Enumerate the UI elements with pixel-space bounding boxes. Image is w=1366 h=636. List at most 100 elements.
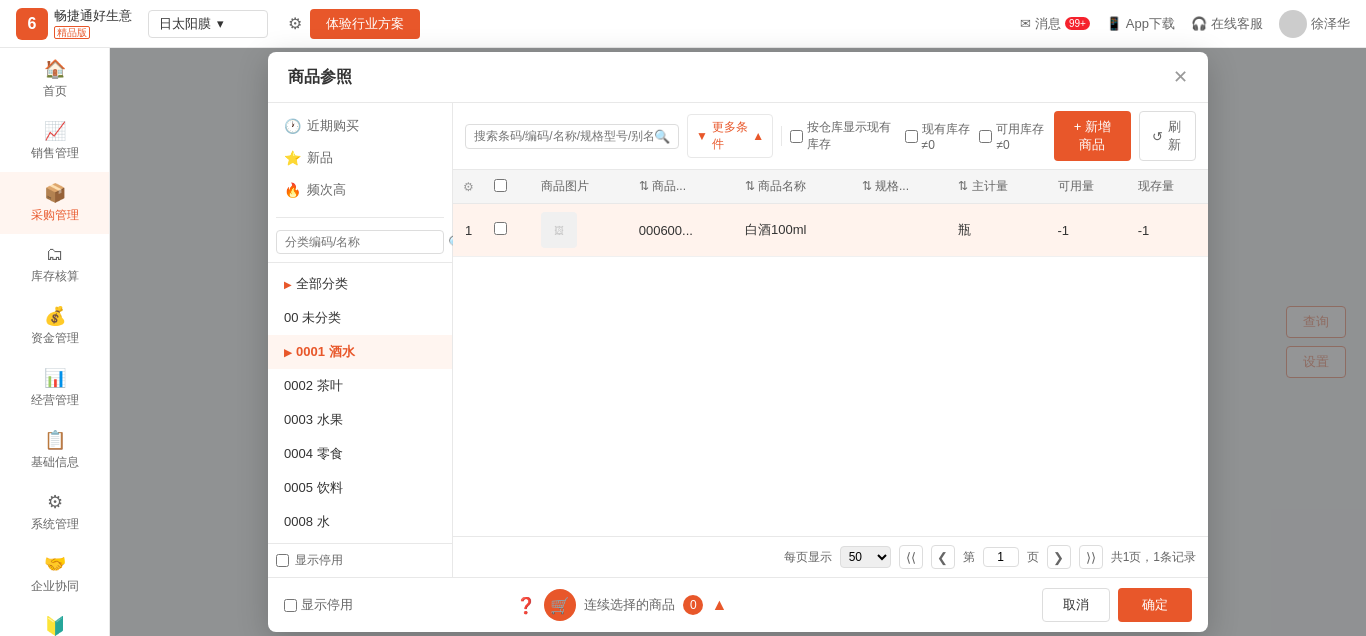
finance-icon: 💰: [44, 305, 66, 327]
table-row[interactable]: 1 🖼 000600...: [453, 204, 1208, 257]
modal-title: 商品参照: [288, 67, 352, 88]
tab-recent-purchase[interactable]: 🕐 近期购买: [272, 111, 448, 141]
filter-up-icon: ▲: [752, 129, 764, 143]
cell-name: 白酒100ml: [735, 204, 852, 257]
sort-icon-unit: ⇅: [958, 179, 968, 193]
sidebar-item-guide[interactable]: 🔰 新手引导: [0, 605, 109, 636]
confirm-button[interactable]: 确定: [1118, 588, 1192, 622]
filter-divider: [781, 126, 782, 146]
available-stock-checkbox[interactable]: [979, 130, 992, 143]
service-item[interactable]: 🎧 在线客服: [1191, 15, 1263, 33]
guide-icon: 🔰: [44, 615, 66, 636]
sidebar-item-finance[interactable]: 💰 资金管理: [0, 295, 109, 357]
filter-icon: ▼: [696, 129, 708, 143]
product-search-icon[interactable]: 🔍: [654, 129, 670, 144]
tab-high-frequency[interactable]: 🔥 频次高: [272, 175, 448, 205]
pagination: 每页显示 50 20 100 ⟨⟨ ❮ 第 页: [453, 536, 1208, 577]
sidebar-item-home[interactable]: 🏠 首页: [0, 48, 109, 110]
selected-count-badge: 0: [683, 595, 703, 615]
cat-liquor[interactable]: ▶ 0001 酒水: [268, 335, 452, 369]
show-disabled-footer-checkbox[interactable]: [284, 599, 297, 612]
modal-header: 商品参照 ✕: [268, 52, 1208, 103]
next-page-button[interactable]: ❯: [1047, 545, 1071, 569]
th-spec[interactable]: ⇅ 规格...: [852, 170, 949, 204]
cat-tea[interactable]: 0002 茶叶: [268, 369, 452, 403]
user-item[interactable]: 徐泽华: [1279, 10, 1350, 38]
per-page-select[interactable]: 50 20 100: [840, 546, 891, 568]
table-gear-icon[interactable]: ⚙: [463, 180, 474, 194]
active-expand-icon: ▶: [284, 347, 292, 358]
prev-page-button[interactable]: ❮: [931, 545, 955, 569]
chevron-down-icon: ▾: [217, 16, 224, 31]
add-product-button[interactable]: + 新增商品: [1054, 111, 1130, 161]
headset-icon: 🎧: [1191, 16, 1207, 31]
filter-available-stock[interactable]: 可用库存≠0: [979, 121, 1046, 152]
cat-uncategorized[interactable]: 00 未分类: [268, 301, 452, 335]
refresh-button[interactable]: ↺ 刷新: [1139, 111, 1196, 161]
footer-right: 取消 确定: [1042, 588, 1192, 622]
cat-fruit[interactable]: 0003 水果: [268, 403, 452, 437]
gear-icon[interactable]: ⚙: [288, 14, 302, 33]
th-stock[interactable]: 现存量: [1128, 170, 1208, 204]
new-icon: ⭐: [284, 150, 301, 166]
sidebar-item-enterprise[interactable]: 🤝 企业协同: [0, 543, 109, 605]
category-search-input[interactable]: [276, 230, 444, 254]
close-icon[interactable]: ✕: [1173, 66, 1188, 88]
sidebar-item-purchase[interactable]: 📦 采购管理: [0, 172, 109, 234]
cancel-button[interactable]: 取消: [1042, 588, 1110, 622]
sidebar-item-sales[interactable]: 📈 销售管理: [0, 110, 109, 172]
trial-button[interactable]: 体验行业方案: [310, 9, 420, 39]
page-number-input[interactable]: [983, 547, 1019, 567]
th-image[interactable]: 商品图片: [531, 170, 628, 204]
product-table: ⚙ 商品图片: [453, 170, 1208, 577]
footer-center: ❓ 🛒 连续选择的商品 0 ▲: [516, 589, 727, 621]
cat-water[interactable]: 0008 水: [268, 505, 452, 539]
category-divider: [276, 217, 444, 218]
message-badge: 99+: [1065, 17, 1090, 30]
show-disabled-footer[interactable]: 显示停用: [284, 596, 353, 614]
cat-snacks[interactable]: 0004 零食: [268, 437, 452, 471]
category-tabs: 🕐 近期购买 ⭐ 新品 🔥 频次高: [268, 103, 452, 213]
row-checkbox[interactable]: [494, 222, 507, 235]
select-all-checkbox[interactable]: [494, 179, 507, 192]
sidebar-item-basic-info[interactable]: 📋 基础信息: [0, 419, 109, 481]
operation-icon: 📊: [44, 367, 66, 389]
cell-checkbox: [484, 204, 531, 257]
last-page-button[interactable]: ⟩⟩: [1079, 545, 1103, 569]
cell-code: 000600...: [629, 204, 735, 257]
cell-image: 🖼: [531, 204, 628, 257]
cat-all[interactable]: ▶ 全部分类: [268, 267, 452, 301]
th-unit[interactable]: ⇅ 主计量: [948, 170, 1047, 204]
first-page-button[interactable]: ⟨⟨: [899, 545, 923, 569]
top-nav: 6 畅捷通好生意 精品版 日太阳膜 ▾ ⚙ 体验行业方案 ✉ 消息 99+ 📱 …: [0, 0, 1366, 48]
cat-beverage[interactable]: 0005 饮料: [268, 471, 452, 505]
modal-overlay: 商品参照 ✕ 🕐 近期购买 ⭐ 新: [110, 48, 1366, 636]
help-icon[interactable]: ❓: [516, 596, 536, 615]
th-available[interactable]: 可用量: [1048, 170, 1128, 204]
tab-new-products[interactable]: ⭐ 新品: [272, 143, 448, 173]
warehouse-checkbox[interactable]: [790, 130, 803, 143]
fire-icon: 🔥: [284, 182, 301, 198]
sidebar-item-operation[interactable]: 📊 经营管理: [0, 357, 109, 419]
collapse-icon[interactable]: ▲: [711, 596, 727, 614]
message-nav-item[interactable]: ✉ 消息 99+: [1020, 15, 1090, 33]
product-thumbnail: 🖼: [541, 212, 577, 248]
th-name[interactable]: ⇅ 商品名称: [735, 170, 852, 204]
logo-area: 6 畅捷通好生意 精品版: [16, 8, 132, 40]
footer-left: 显示停用: [284, 596, 353, 614]
show-disabled-checkbox[interactable]: [276, 554, 289, 567]
category-search: 🔍: [268, 222, 452, 263]
filter-button[interactable]: ▼ 更多条件 ▲: [687, 114, 773, 158]
app-download-item[interactable]: 📱 App下载: [1106, 15, 1175, 33]
cell-spec: [852, 204, 949, 257]
purchase-icon: 📦: [44, 182, 66, 204]
sidebar-item-system[interactable]: ⚙ 系统管理: [0, 481, 109, 543]
existing-stock-checkbox[interactable]: [905, 130, 918, 143]
filter-by-warehouse[interactable]: 按仓库显示现有库存: [790, 119, 897, 153]
show-disabled-area: 显示停用: [268, 543, 452, 577]
product-search-input[interactable]: [474, 129, 654, 143]
sidebar-item-inventory[interactable]: 🗂 库存核算: [0, 234, 109, 295]
filter-existing-stock[interactable]: 现有库存≠0: [905, 121, 972, 152]
th-code[interactable]: ⇅ 商品...: [629, 170, 735, 204]
nav-selector[interactable]: 日太阳膜 ▾: [148, 10, 268, 38]
